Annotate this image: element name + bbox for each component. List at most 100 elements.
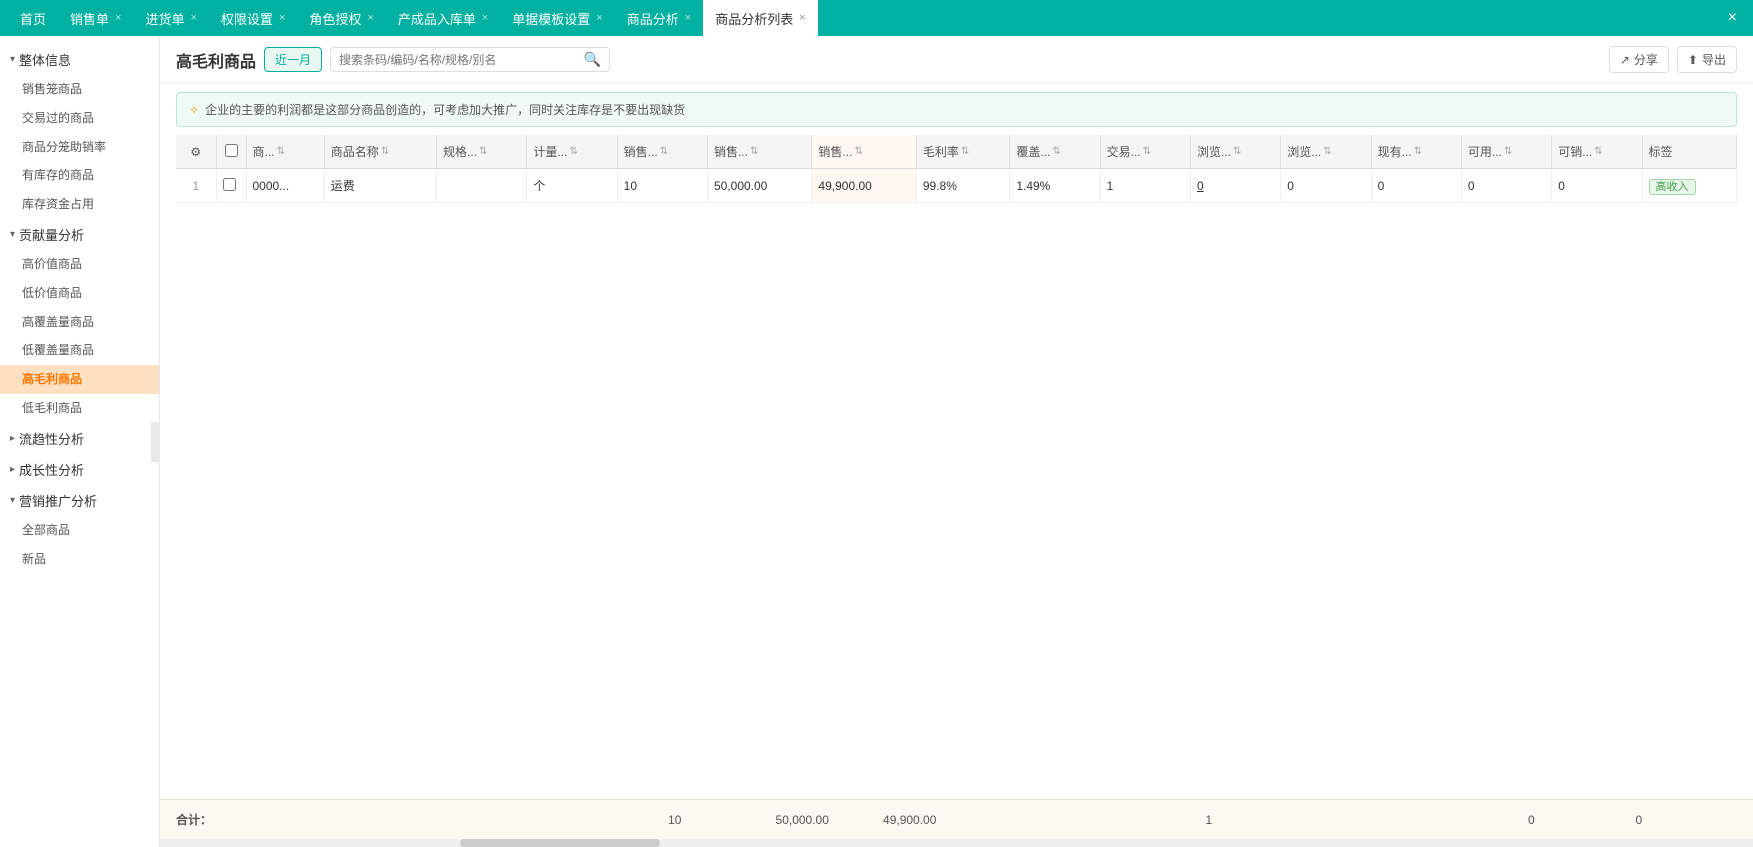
th-sales-profit[interactable]: 销售... ⇅ — [812, 135, 916, 169]
th-trade[interactable]: 交易... ⇅ — [1100, 135, 1190, 169]
header-actions: ↗ 分享 ⬆ 导出 — [1609, 46, 1737, 73]
sidebar-item-high-margin[interactable]: 高毛利商品 — [0, 365, 159, 394]
info-banner: ✧ 企业的主要的利润都是这部分商品创造的，可考虑加大推广，同时关注库存是不要出现… — [176, 92, 1737, 127]
cell-available: 0 — [1461, 169, 1551, 203]
sidebar-item-traded-products[interactable]: 交易过的商品 — [0, 104, 159, 133]
close-icon[interactable]: × — [279, 12, 285, 24]
th-view2[interactable]: 浏览... ⇅ — [1281, 135, 1371, 169]
nav-product-inbound[interactable]: 产成品入库单 × — [386, 0, 500, 36]
sidebar-item-low-margin[interactable]: 低毛利商品 — [0, 394, 159, 423]
sort-icon: ⇅ — [660, 146, 668, 157]
th-sales-count[interactable]: 销售... ⇅ — [617, 135, 707, 169]
sidebar-item-stock-capital[interactable]: 库存资金占用 — [0, 190, 159, 219]
sort-icon: ⇅ — [1233, 146, 1241, 157]
nav-roles[interactable]: 角色授权 × — [297, 0, 385, 36]
nav-permissions[interactable]: 权限设置 × — [209, 0, 297, 36]
th-settings[interactable]: ⚙ — [176, 135, 216, 169]
chevron-down-icon: ▾ — [10, 495, 15, 506]
select-all-checkbox[interactable] — [225, 144, 238, 157]
th-current-stock[interactable]: 现有... ⇅ — [1371, 135, 1461, 169]
th-sales-amount[interactable]: 销售... ⇅ — [707, 135, 811, 169]
th-tag[interactable]: 标签 — [1642, 135, 1736, 169]
footer-spacer4 — [555, 813, 663, 827]
table-container[interactable]: ⚙ 商... ⇅ 商品名称 — [176, 135, 1737, 799]
footer-spacer2 — [340, 813, 448, 827]
cell-spec — [437, 169, 527, 203]
sidebar-section-flow[interactable]: ▸ 流趋性分析 — [0, 423, 159, 454]
footer-spacer5 — [985, 813, 1093, 827]
cell-tag: 高收入 — [1642, 169, 1736, 203]
sidebar-item-product-assist-rate[interactable]: 商品分笼助销率 — [0, 133, 159, 162]
cell-view1[interactable]: 0 — [1190, 169, 1280, 203]
sidebar-section-growth[interactable]: ▸ 成长性分析 — [0, 454, 159, 485]
cell-name: 运费 — [324, 169, 436, 203]
cell-checkbox[interactable] — [216, 169, 246, 203]
filter-month-btn[interactable]: 近一月 — [264, 47, 322, 72]
share-btn[interactable]: ↗ 分享 — [1609, 46, 1669, 73]
page-title: 高毛利商品 — [176, 48, 256, 72]
close-icon[interactable]: × — [482, 12, 488, 24]
content-area: 高毛利商品 近一月 🔍 ↗ 分享 ⬆ 导出 ✧ 企业的主要的利润都是这部分商品创… — [160, 36, 1753, 847]
row-checkbox[interactable] — [223, 178, 236, 191]
export-btn[interactable]: ⬆ 导出 — [1677, 46, 1737, 73]
content-header: 高毛利商品 近一月 🔍 ↗ 分享 ⬆ 导出 — [160, 36, 1753, 84]
th-unit[interactable]: 计量... ⇅ — [527, 135, 617, 169]
th-code[interactable]: 商... ⇅ — [246, 135, 324, 169]
th-available[interactable]: 可用... ⇅ — [1461, 135, 1551, 169]
search-icon: 🔍 — [584, 51, 601, 68]
search-input[interactable] — [339, 53, 584, 67]
top-nav: 首页 销售单 × 进货单 × 权限设置 × 角色授权 × 产成品入库单 × 单据… — [0, 0, 1753, 36]
sidebar-item-low-coverage[interactable]: 低覆盖量商品 — [0, 336, 159, 365]
close-icon[interactable]: × — [799, 12, 805, 24]
cell-trade: 1 — [1100, 169, 1190, 203]
total-label: 合计： — [176, 811, 212, 828]
chevron-right-icon: ▸ — [10, 464, 15, 475]
main-layout: ▾ 整体信息 销售笼商品 交易过的商品 商品分笼助销率 有库存的商品 库存资金占… — [0, 36, 1753, 847]
sidebar-item-stocked-products[interactable]: 有库存的商品 — [0, 161, 159, 190]
close-icon[interactable]: × — [367, 12, 373, 24]
bottom-scrollbar[interactable] — [160, 839, 1753, 847]
nav-purchase[interactable]: 进货单 × — [133, 0, 208, 36]
sidebar-item-high-coverage[interactable]: 高覆盖量商品 — [0, 308, 159, 337]
sidebar-section-contribution[interactable]: ▾ 贡献量分析 — [0, 219, 159, 250]
th-view1[interactable]: 浏览... ⇅ — [1190, 135, 1280, 169]
sidebar-item-sales-products[interactable]: 销售笼商品 — [0, 75, 159, 104]
chevron-down-icon: ▾ — [10, 54, 15, 65]
scrollbar-thumb[interactable] — [460, 839, 660, 847]
sort-icon: ⇅ — [569, 146, 577, 157]
info-icon: ✧ — [189, 103, 199, 117]
close-icon[interactable]: × — [115, 12, 121, 24]
tag-badge: 高收入 — [1649, 179, 1696, 195]
footer-spacer8 — [1415, 813, 1523, 827]
sort-icon: ⇅ — [479, 146, 487, 157]
th-name[interactable]: 商品名称 ⇅ — [324, 135, 436, 169]
footer-bar: 合计： 10 50,000.00 49,900.00 1 0 0 — [160, 799, 1753, 839]
th-sellable[interactable]: 可销... ⇅ — [1552, 135, 1642, 169]
th-spec[interactable]: 规格... ⇅ — [437, 135, 527, 169]
sort-icon: ⇅ — [1504, 146, 1512, 157]
sidebar-collapse-btn[interactable]: 《 — [151, 422, 160, 462]
sidebar-section-overall[interactable]: ▾ 整体信息 — [0, 44, 159, 75]
close-icon[interactable]: × — [685, 12, 691, 24]
nav-template[interactable]: 单据模板设置 × — [500, 0, 614, 36]
nav-product-analysis-list[interactable]: 商品分析列表 × — [703, 0, 817, 36]
export-icon: ⬆ — [1688, 53, 1698, 67]
close-icon[interactable]: × — [596, 12, 602, 24]
view-link[interactable]: 0 — [1197, 179, 1204, 193]
sidebar-item-all-products[interactable]: 全部商品 — [0, 516, 159, 545]
close-all-btn[interactable]: × — [1720, 9, 1745, 27]
close-icon[interactable]: × — [190, 12, 196, 24]
cell-unit: 个 — [527, 169, 617, 203]
sidebar-section-marketing[interactable]: ▾ 营销推广分析 — [0, 485, 159, 516]
sidebar-item-low-value[interactable]: 低价值商品 — [0, 279, 159, 308]
nav-product-analysis[interactable]: 商品分析 × — [615, 0, 703, 36]
sidebar-item-high-value[interactable]: 高价值商品 — [0, 250, 159, 279]
th-coverage[interactable]: 覆盖... ⇅ — [1010, 135, 1100, 169]
nav-home[interactable]: 首页 — [8, 0, 58, 36]
th-checkbox[interactable] — [216, 135, 246, 169]
nav-sales[interactable]: 销售单 × — [58, 0, 133, 36]
sidebar-item-new-products[interactable]: 新品 — [0, 545, 159, 574]
th-gross-margin[interactable]: 毛利率 ⇅ — [916, 135, 1009, 169]
sort-icon: ⇅ — [854, 146, 862, 157]
footer-spacer7 — [1307, 813, 1415, 827]
